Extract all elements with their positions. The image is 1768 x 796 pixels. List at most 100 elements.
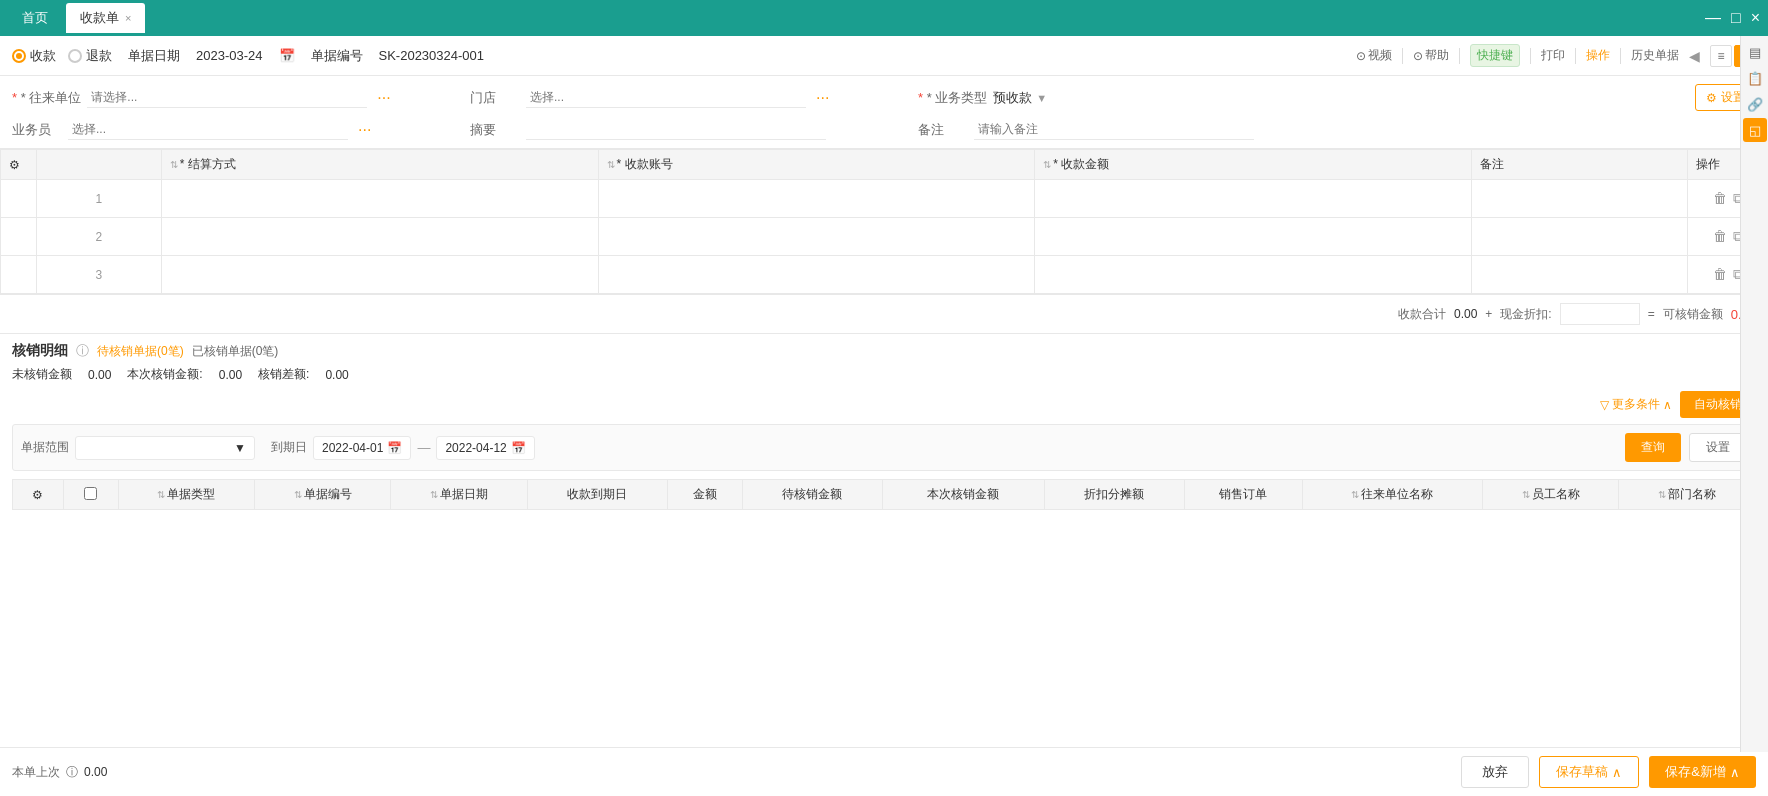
row-amount-1[interactable] (1035, 180, 1472, 218)
tab-close-icon[interactable]: × (125, 12, 131, 24)
summary-input[interactable] (526, 119, 826, 140)
summary-row: 收款合计 0.00 + 现金折扣: = 可核销金额 0.00 (0, 295, 1768, 334)
side-btn-3[interactable]: 🔗 (1743, 92, 1767, 116)
layout-list-btn[interactable]: ≡ (1710, 45, 1732, 67)
biz-type-arrow: ▼ (1036, 92, 1047, 104)
side-btn-2[interactable]: 📋 (1743, 66, 1767, 90)
side-btn-4[interactable]: ◱ (1743, 118, 1767, 142)
unchecked-val: 0.00 (88, 368, 111, 382)
row-remark-3[interactable] (1472, 256, 1688, 294)
save-draft-btn[interactable]: 保存草稿 ∧ (1539, 756, 1639, 788)
save-new-btn[interactable]: 保存&新增 ∧ (1649, 756, 1756, 788)
more-conditions-btn[interactable]: ▽ 更多条件 ∧ (1600, 396, 1672, 413)
nav-left-icon[interactable]: ◀ (1689, 48, 1700, 64)
row-amount-2[interactable] (1035, 218, 1472, 256)
row-method-1[interactable] (161, 180, 598, 218)
date-from-input[interactable]: 2022-04-01 📅 (313, 436, 411, 460)
biz-type-field: * 业务类型 预收款 ▼ (918, 89, 1687, 107)
main-container: 收款 退款 单据日期 2023-03-24 📅 单据编号 SK-20230324… (0, 36, 1768, 796)
counterparty-more-btn[interactable]: ··· (373, 89, 394, 107)
counterparty-input[interactable] (87, 87, 367, 108)
salesperson-input[interactable] (68, 119, 348, 140)
radio-tui[interactable]: 退款 (68, 47, 112, 65)
col-amount: ⇅* 收款金额 (1035, 150, 1472, 180)
biz-type-label: * 业务类型 (918, 89, 987, 107)
history-btn[interactable]: 历史单据 (1631, 47, 1679, 64)
help-btn[interactable]: ⊙ 帮助 (1413, 47, 1449, 64)
info-icon[interactable]: ⓘ (76, 342, 89, 360)
calendar-icon[interactable]: 📅 (279, 48, 295, 63)
equal-sign: = (1648, 307, 1655, 321)
video-btn[interactable]: ⊙ 视频 (1356, 47, 1392, 64)
maximize-icon[interactable]: □ (1731, 9, 1741, 27)
side-btn-1[interactable]: ▤ (1743, 40, 1767, 64)
done-link[interactable]: 已核销单据(0笔) (192, 343, 279, 360)
date-to-value: 2022-04-12 (445, 441, 506, 455)
print-btn[interactable]: 打印 (1541, 47, 1565, 64)
tab-active[interactable]: 收款单 × (66, 3, 145, 33)
row-account-3[interactable] (598, 256, 1035, 294)
operate-btn[interactable]: 操作 (1586, 47, 1610, 64)
row-account-1[interactable] (598, 180, 1035, 218)
table-row: 3 🗑 ⧉ (1, 256, 1768, 294)
rcol-checkbox[interactable] (63, 480, 118, 510)
available-label: 可核销金额 (1663, 306, 1723, 323)
radio-shou-label: 收款 (30, 47, 56, 65)
total-label: 收款合计 (1398, 306, 1446, 323)
date-to-input[interactable]: 2022-04-12 📅 (436, 436, 534, 460)
unchecked-label: 未核销金额 (12, 366, 72, 383)
abandon-btn[interactable]: 放弃 (1461, 756, 1529, 788)
row-checkbox-2 (1, 218, 37, 256)
row-method-2[interactable] (161, 218, 598, 256)
row-remark-1[interactable] (1472, 180, 1688, 218)
query-btn[interactable]: 查询 (1625, 433, 1681, 462)
row-checkbox-3 (1, 256, 37, 294)
radio-tui-label: 退款 (86, 47, 112, 65)
biz-type-select[interactable]: 预收款 ▼ (993, 89, 1047, 107)
counterparty-field: * 往来单位 ··· (12, 87, 462, 108)
delete-icon-1[interactable]: 🗑 (1713, 190, 1727, 207)
tab-bar-left: 首页 收款单 × (8, 3, 145, 33)
col-remark: 备注 (1472, 150, 1688, 180)
tab-bar-right: — □ × (1705, 9, 1760, 27)
rcol-settings[interactable]: ⚙ (13, 480, 64, 510)
divider-5 (1620, 48, 1621, 64)
form-section: * 往来单位 ··· 门店 ··· * 业务类型 预收款 ▼ ⚙ 设置 (0, 76, 1768, 149)
summary-field: 摘要 (470, 119, 910, 140)
date-from-value: 2022-04-01 (322, 441, 383, 455)
radio-shou[interactable]: 收款 (12, 47, 56, 65)
discount-input[interactable] (1560, 303, 1640, 325)
tab-home[interactable]: 首页 (8, 3, 62, 33)
limit-info-icon[interactable]: ⓘ (66, 764, 78, 781)
store-more-btn[interactable]: ··· (812, 89, 833, 107)
close-icon[interactable]: × (1751, 9, 1760, 27)
row-account-2[interactable] (598, 218, 1035, 256)
range-field: 单据范围 ▼ (21, 436, 255, 460)
shortcut-btn[interactable]: 快捷键 (1470, 44, 1520, 67)
rcol-date: ⇅单据日期 (391, 480, 527, 510)
row-amount-3[interactable] (1035, 256, 1472, 294)
col-settings[interactable]: ⚙ (1, 150, 37, 180)
section-title: 核销明细 ⓘ 待核销单据(0笔) 已核销单据(0笔) (12, 342, 1756, 360)
delete-icon-2[interactable]: 🗑 (1713, 228, 1727, 245)
pending-link[interactable]: 待核销单据(0笔) (97, 343, 184, 360)
toolbar: 收款 退款 单据日期 2023-03-24 📅 单据编号 SK-20230324… (0, 36, 1768, 76)
reconcile-settings-btn[interactable]: 设置 (1689, 433, 1747, 462)
minimize-icon[interactable]: — (1705, 9, 1721, 27)
range-select[interactable]: ▼ (75, 436, 255, 460)
row-num-2: 2 (37, 218, 162, 256)
tab-active-label: 收款单 (80, 9, 119, 27)
row-method-3[interactable] (161, 256, 598, 294)
table-section: ⚙ ⇅* 结算方式 ⇅* 收款账号 ⇅* 收款金额 备注 操作 1 (0, 149, 1768, 295)
rcol-dept: ⇅部门名称 (1619, 480, 1756, 510)
salesperson-more-btn[interactable]: ··· (354, 121, 375, 139)
delete-icon-3[interactable]: 🗑 (1713, 266, 1727, 283)
row-remark-2[interactable] (1472, 218, 1688, 256)
filter-row: 单据范围 ▼ 到期日 2022-04-01 📅 — 2022-04-12 📅 (12, 424, 1756, 471)
remark-input[interactable] (974, 119, 1254, 140)
reconcile-table-wrapper: ⚙ ⇅单据类型 ⇅单据编号 ⇅单据日期 收款到期日 金额 待核销金额 本次核销金… (12, 479, 1756, 510)
store-input[interactable] (526, 87, 806, 108)
save-new-label: 保存&新增 (1665, 763, 1726, 781)
form-row-1: * 往来单位 ··· 门店 ··· * 业务类型 预收款 ▼ ⚙ 设置 (12, 84, 1756, 111)
select-all-checkbox[interactable] (84, 487, 97, 500)
